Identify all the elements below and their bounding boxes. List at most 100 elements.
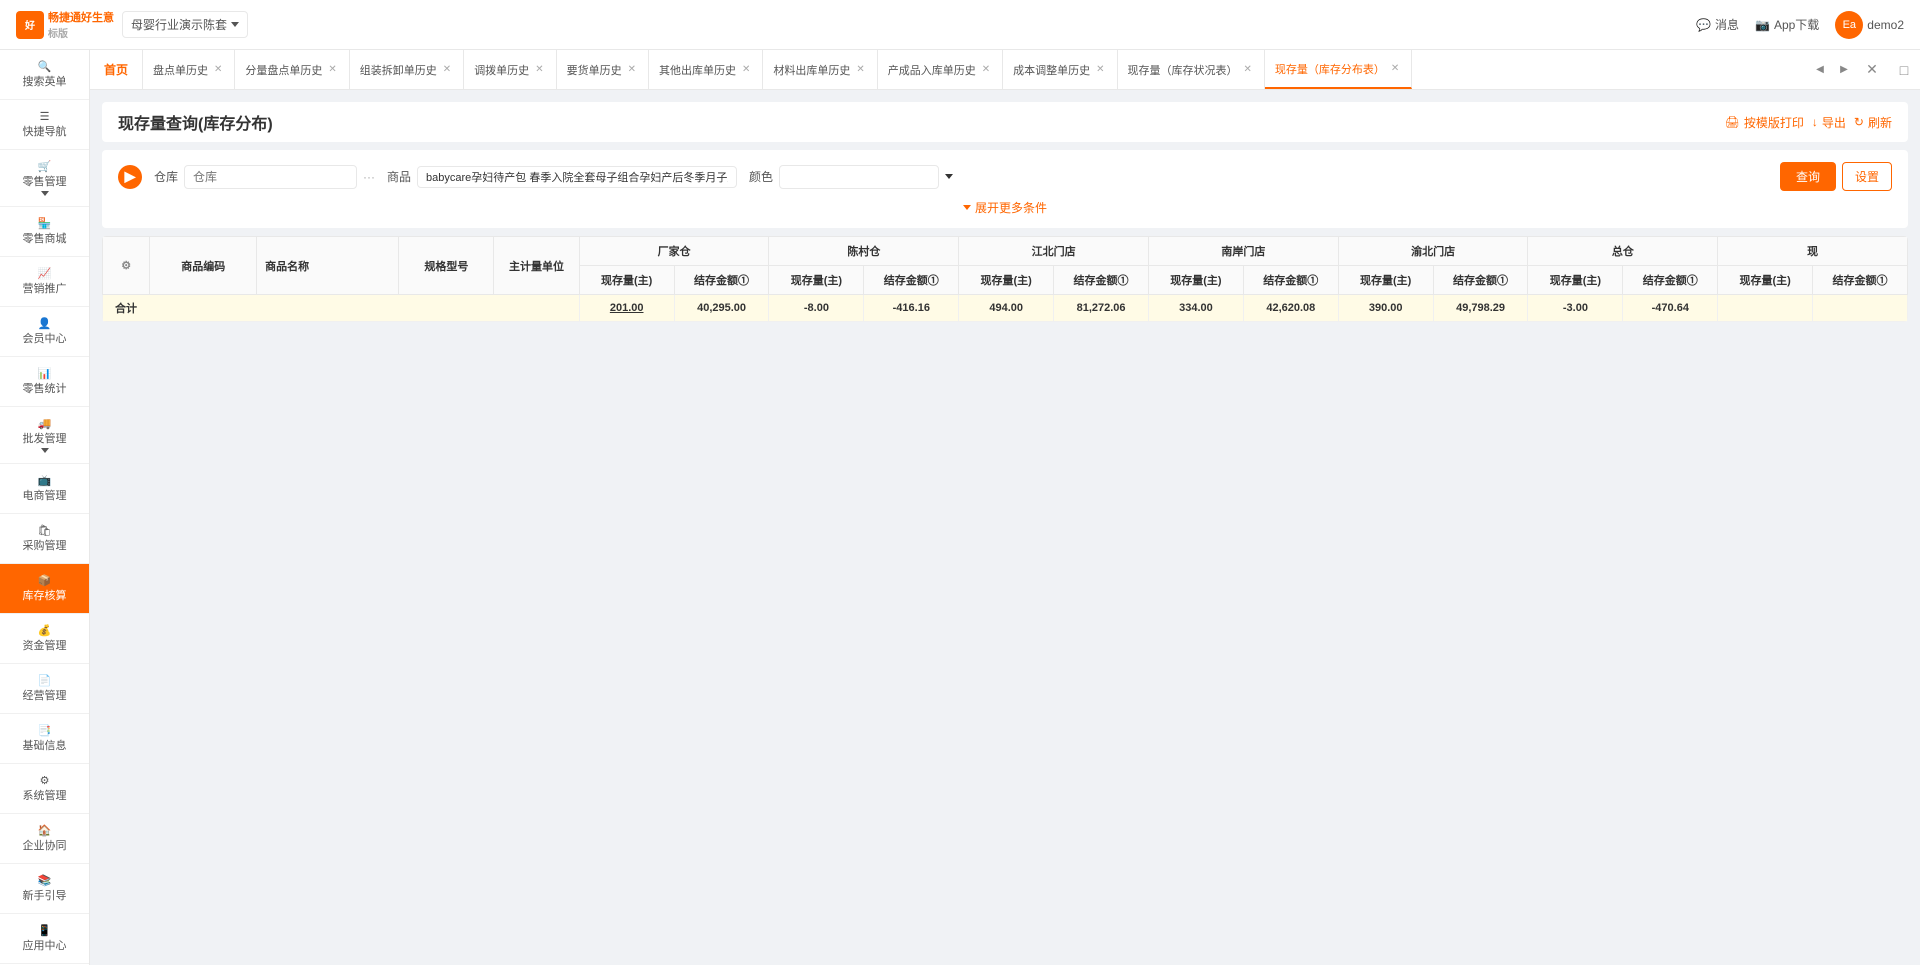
refresh-btn[interactable]: ↻ 刷新 xyxy=(1854,114,1892,131)
sidebar-item-retail-mall[interactable]: 🏪 零售商城 xyxy=(0,207,89,257)
export-icon: ↓ xyxy=(1812,115,1818,129)
summary-label: 合计 xyxy=(103,295,580,322)
sidebar-item-ecommerce[interactable]: 📺 电商管理 xyxy=(0,464,89,514)
sidebar-item-operation[interactable]: 📄 经营管理 xyxy=(0,664,89,714)
tab-close-inventory-check[interactable]: ✕ xyxy=(212,63,224,76)
setting-button[interactable]: 设置 xyxy=(1842,162,1892,191)
th-cc-amt: 结存金额① xyxy=(864,266,959,295)
sidebar-item-quicknav[interactable]: ☰ 快捷导航 xyxy=(0,100,89,150)
filter-expand-btn[interactable]: ▶ xyxy=(118,165,142,189)
download-icon: 📷 xyxy=(1755,18,1770,32)
tab-material-out[interactable]: 材料出库单历史 ✕ xyxy=(763,50,877,89)
message-icon: 💬 xyxy=(1696,18,1711,32)
sidebar-item-wholesale[interactable]: 🚚 批发管理 xyxy=(0,407,89,464)
tab-close-cost-adjust[interactable]: ✕ xyxy=(1094,63,1106,76)
th-jiangbei: 江北门店 xyxy=(959,237,1149,266)
filter-expand-row[interactable]: 展开更多条件 xyxy=(118,199,1892,216)
sidebar-label-inventory: 库存核算 xyxy=(23,587,67,603)
summary-cc-amt: -416.16 xyxy=(864,295,959,322)
th-cc-qty: 现存量(主) xyxy=(769,266,864,295)
message-btn[interactable]: 💬 消息 xyxy=(1696,16,1739,33)
tab-close-transfer[interactable]: ✕ xyxy=(533,63,545,76)
sidebar-item-system[interactable]: ⚙ 系统管理 xyxy=(0,764,89,814)
user-area[interactable]: Ea demo2 xyxy=(1835,11,1904,39)
app-download-btn[interactable]: 📷 App下载 xyxy=(1755,16,1819,33)
sidebar-item-marketing[interactable]: 📈 营销推广 xyxy=(0,257,89,307)
summary-jb-qty[interactable]: 494.00 xyxy=(959,295,1054,322)
sidebar-item-purchase[interactable]: 🛍 采购管理 xyxy=(0,514,89,564)
sidebar-item-retail-mgmt[interactable]: 🛒 零售管理 xyxy=(0,150,89,207)
tab-close-assembly[interactable]: ✕ xyxy=(441,63,453,76)
summary-cc-qty[interactable]: -8.00 xyxy=(769,295,864,322)
industry-selector[interactable]: 母婴行业演示陈套 xyxy=(122,11,248,38)
tab-bar: 首页 盘点单历史 ✕ 分量盘点单历史 ✕ 组装拆卸单历史 ✕ 调拨单历史 ✕ 要… xyxy=(90,50,1920,90)
tab-close-stock-dist[interactable]: ✕ xyxy=(1389,62,1401,75)
sidebar-item-guide[interactable]: 📚 新手引导 xyxy=(0,864,89,914)
tab-stock-status[interactable]: 现存量（库存状况表） ✕ xyxy=(1118,50,1265,89)
tab-cost-adjust[interactable]: 成本调整单历史 ✕ xyxy=(1003,50,1117,89)
tab-stock-dist[interactable]: 现存量（库存分布表） ✕ xyxy=(1265,50,1412,89)
tab-inventory-check[interactable]: 盘点单历史 ✕ xyxy=(143,50,235,89)
goods-input[interactable] xyxy=(417,166,737,188)
operation-icon: 📄 xyxy=(38,674,52,687)
goods-label: 商品 xyxy=(387,168,411,185)
home-tab[interactable]: 首页 xyxy=(90,50,143,89)
sidebar-item-finance[interactable]: 💰 资金管理 xyxy=(0,614,89,664)
tab-close-stock-status[interactable]: ✕ xyxy=(1242,63,1254,76)
search-icon: 🔍 xyxy=(38,60,52,73)
tab-next-btn[interactable]: ▶ xyxy=(1832,50,1856,90)
tab-close-material-out[interactable]: ✕ xyxy=(854,63,866,76)
guide-icon: 📚 xyxy=(38,874,52,887)
sidebar-item-basic-info[interactable]: 📑 基础信息 xyxy=(0,714,89,764)
summary-row: 合计 201.00 40,295.00 -8.00 -416.16 494.00… xyxy=(103,295,1908,322)
finance-icon: 💰 xyxy=(38,624,52,637)
sidebar-label-quicknav: 快捷导航 xyxy=(23,123,67,139)
sidebar-label-mall: 零售商城 xyxy=(23,230,67,246)
th-cj-qty: 现存量(主) xyxy=(579,266,674,295)
th-settings[interactable]: ⚙ xyxy=(103,237,150,295)
sidebar-item-member[interactable]: 👤 会员中心 xyxy=(0,307,89,357)
summary-yb-qty[interactable]: 390.00 xyxy=(1338,295,1433,322)
tab-close-order[interactable]: ✕ xyxy=(626,63,638,76)
tab-order[interactable]: 要货单历史 ✕ xyxy=(557,50,649,89)
tab-expand-btn[interactable]: □ xyxy=(1888,50,1920,90)
tab-other-out[interactable]: 其他出库单历史 ✕ xyxy=(649,50,763,89)
print-btn[interactable]: 🖨 按模版打印 xyxy=(1725,114,1804,131)
export-btn[interactable]: ↓ 导出 xyxy=(1812,114,1846,131)
summary-cj-qty[interactable]: 201.00 xyxy=(579,295,674,322)
tab-transfer[interactable]: 调拨单历史 ✕ xyxy=(464,50,556,89)
sidebar-item-inventory[interactable]: 📦 库存核算 xyxy=(0,564,89,614)
summary-zc-qty[interactable]: -3.00 xyxy=(1528,295,1623,322)
color-input[interactable] xyxy=(779,165,939,189)
tab-close-split-check[interactable]: ✕ xyxy=(326,63,338,76)
sidebar-item-retail-stats[interactable]: 📊 零售统计 xyxy=(0,357,89,407)
summary-zc-amt: -470.64 xyxy=(1623,295,1718,322)
username: demo2 xyxy=(1867,18,1904,32)
warehouse-label: 仓库 xyxy=(154,168,178,185)
tab-prev-btn[interactable]: ◀ xyxy=(1808,50,1832,90)
tab-close-product-in[interactable]: ✕ xyxy=(980,63,992,76)
th-jb-amt: 结存金额① xyxy=(1054,266,1149,295)
sidebar-item-enterprise[interactable]: 🏠 企业协同 xyxy=(0,814,89,864)
sidebar-item-appcenter[interactable]: 📱 应用中心 xyxy=(0,914,89,964)
warehouse-ellipsis[interactable]: ··· xyxy=(363,170,375,184)
tab-product-in[interactable]: 产成品入库单历史 ✕ xyxy=(878,50,1003,89)
tab-assembly[interactable]: 组装拆卸单历史 ✕ xyxy=(350,50,464,89)
warehouse-input[interactable] xyxy=(184,165,357,189)
inventory-icon: 📦 xyxy=(38,574,52,587)
tab-close-other-out[interactable]: ✕ xyxy=(740,63,752,76)
tab-close-all-btn[interactable]: ✕ xyxy=(1856,50,1888,90)
th-x-amt: 结存金额① xyxy=(1813,266,1908,295)
filter-color: 颜色 xyxy=(749,165,953,189)
data-table: ⚙ 商品编码 商品名称 规格型号 主计量单位 厂家仓 陈村仓 江北门店 南岸门店… xyxy=(102,236,1908,322)
settings-icon[interactable]: ⚙ xyxy=(121,260,131,272)
summary-cj-amt: 40,295.00 xyxy=(674,295,769,322)
query-button[interactable]: 查询 xyxy=(1780,162,1836,191)
summary-na-qty[interactable]: 334.00 xyxy=(1148,295,1243,322)
th-x-qty: 现存量(主) xyxy=(1718,266,1813,295)
filter-goods: 商品 xyxy=(387,166,737,188)
tab-split-check[interactable]: 分量盘点单历史 ✕ xyxy=(235,50,349,89)
sidebar-item-search[interactable]: 🔍 搜索英单 xyxy=(0,50,89,100)
table-header-group-row: ⚙ 商品编码 商品名称 规格型号 主计量单位 厂家仓 陈村仓 江北门店 南岸门店… xyxy=(103,237,1908,266)
sidebar-label-appcenter: 应用中心 xyxy=(23,937,67,953)
